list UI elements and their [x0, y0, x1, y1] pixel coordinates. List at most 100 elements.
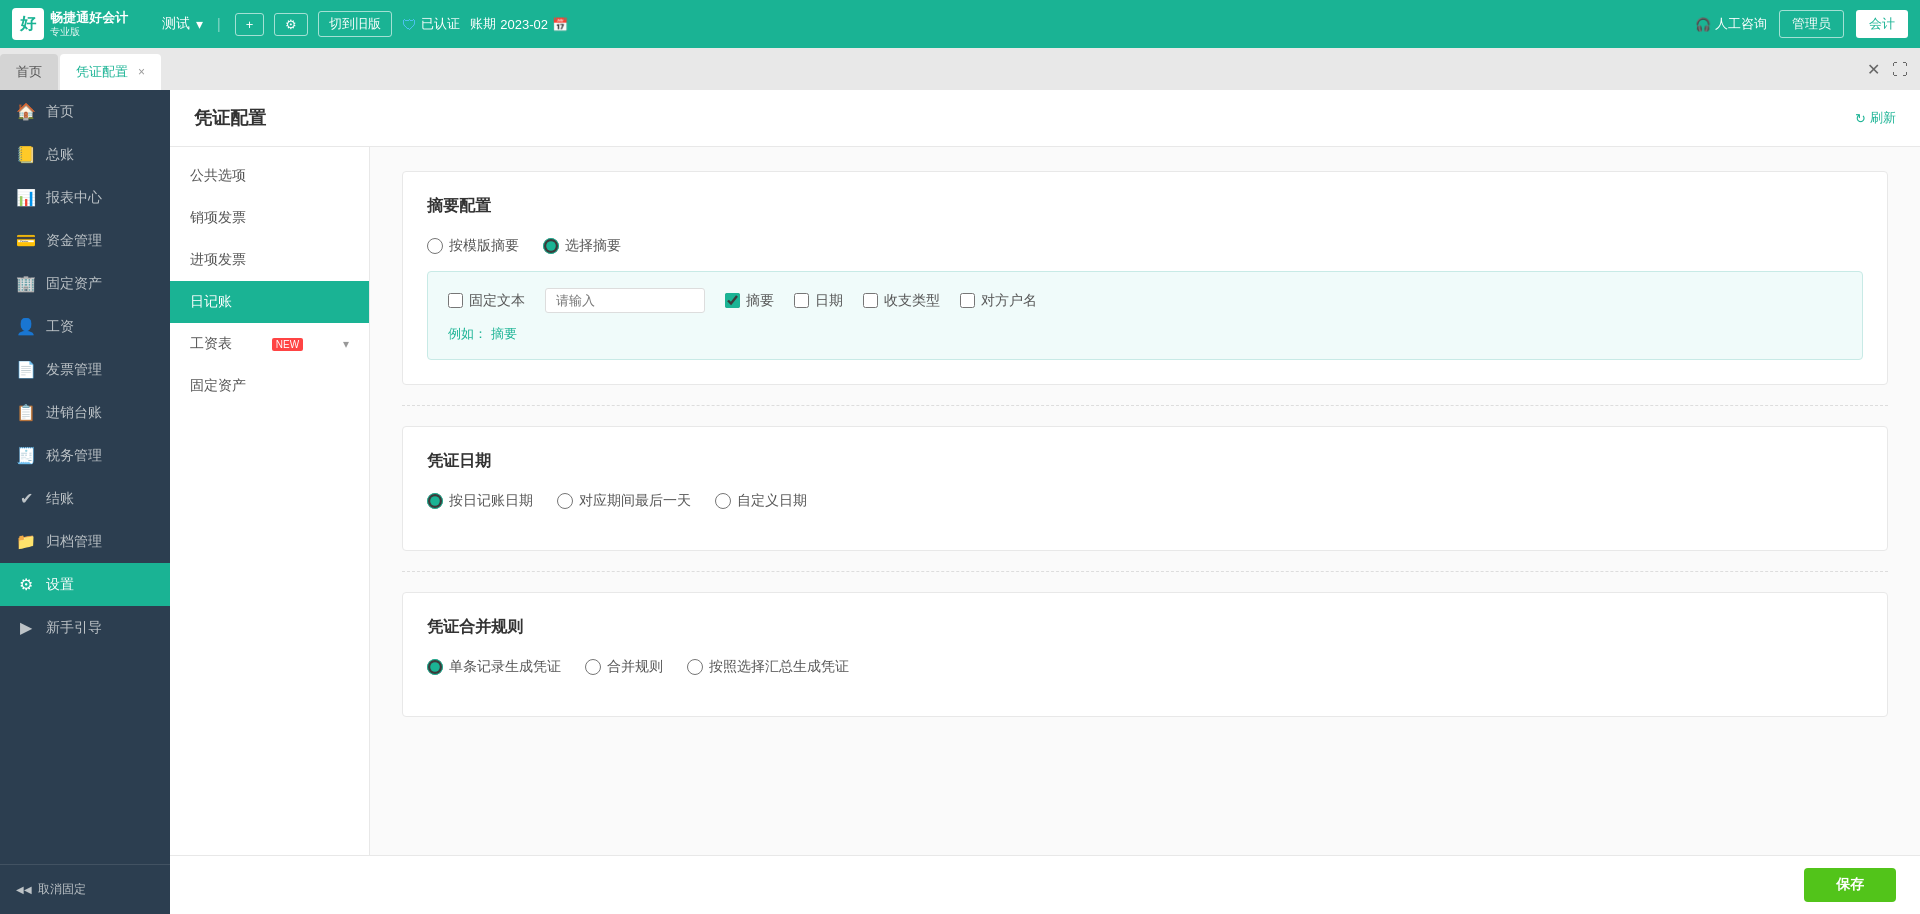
- radio-journal-date[interactable]: 按日记账日期: [427, 492, 533, 510]
- save-button[interactable]: 保存: [1804, 868, 1896, 902]
- left-nav-item-payroll[interactable]: 工资表 NEW ▾: [170, 323, 369, 365]
- logo-icon: 好: [12, 8, 44, 40]
- left-nav-output-label: 销项发票: [190, 209, 246, 227]
- expand-button[interactable]: ⛶: [1890, 58, 1910, 81]
- certified-label: 已认证: [421, 15, 460, 33]
- radio-merge-input[interactable]: [585, 659, 601, 675]
- consult-button[interactable]: 🎧 人工咨询: [1695, 15, 1767, 33]
- page-title: 凭证配置: [194, 106, 266, 146]
- radio-select-input[interactable]: [543, 238, 559, 254]
- content-area: 凭证配置 ↻ 刷新 公共选项 销项发票 进项发票 日记账: [170, 90, 1920, 914]
- fund-icon: 💳: [16, 231, 36, 250]
- left-nav-item-fixed-asset[interactable]: 固定资产: [170, 365, 369, 407]
- sidebar-item-report[interactable]: 📊 报表中心: [0, 176, 170, 219]
- sidebar-asset-label: 固定资产: [46, 275, 102, 293]
- add-button[interactable]: +: [235, 13, 265, 36]
- radio-template-summary[interactable]: 按模版摘要: [427, 237, 519, 255]
- sidebar-item-archive[interactable]: 📁 归档管理: [0, 520, 170, 563]
- tab-close-icon[interactable]: ×: [138, 65, 145, 79]
- tab-home[interactable]: 首页: [0, 54, 58, 90]
- checkbox-summary-input[interactable]: [725, 293, 740, 308]
- checkbox-summary[interactable]: 摘要: [725, 292, 774, 310]
- sidebar-fund-label: 资金管理: [46, 232, 102, 250]
- manager-button[interactable]: 管理员: [1779, 10, 1844, 38]
- sidebar-item-close[interactable]: ✔ 结账: [0, 477, 170, 520]
- radio-last-day[interactable]: 对应期间最后一天: [557, 492, 691, 510]
- radio-custom-date-input[interactable]: [715, 493, 731, 509]
- accountant-button[interactable]: 会计: [1856, 10, 1908, 38]
- radio-custom-date-label: 自定义日期: [737, 492, 807, 510]
- cancel-fixed-button[interactable]: ◀◀ 取消固定: [10, 875, 160, 904]
- salary-icon: 👤: [16, 317, 36, 336]
- merge-radio-group: 单条记录生成凭证 合并规则 按照选择汇总生成凭证: [427, 658, 1863, 676]
- fixed-text-input[interactable]: [545, 288, 705, 313]
- sidebar-item-home[interactable]: 🏠 首页: [0, 90, 170, 133]
- divider-1: [402, 405, 1888, 406]
- payroll-arrow-icon: ▾: [343, 337, 349, 351]
- merge-title: 凭证合并规则: [427, 617, 1863, 638]
- shield-icon: 🛡: [402, 16, 417, 33]
- summary-label: 摘要: [746, 292, 774, 310]
- left-nav-item-public[interactable]: 公共选项: [170, 155, 369, 197]
- left-nav-item-input-invoice[interactable]: 进项发票: [170, 239, 369, 281]
- checkbox-counterparty[interactable]: 对方户名: [960, 292, 1037, 310]
- radio-single[interactable]: 单条记录生成凭证: [427, 658, 561, 676]
- logo-area: 好 畅捷通好会计 专业版: [12, 8, 152, 40]
- checkbox-counterparty-input[interactable]: [960, 293, 975, 308]
- date-radio-group: 按日记账日期 对应期间最后一天 自定义日期: [427, 492, 1863, 510]
- sidebar-item-invoice[interactable]: 📄 发票管理: [0, 348, 170, 391]
- left-nav-input-label: 进项发票: [190, 251, 246, 269]
- close-window-button[interactable]: ✕: [1865, 58, 1882, 81]
- radio-journal-date-label: 按日记账日期: [449, 492, 533, 510]
- left-nav-item-journal[interactable]: 日记账: [170, 281, 369, 323]
- radio-select-summary[interactable]: 选择摘要: [543, 237, 621, 255]
- sidebar-item-tax[interactable]: 🧾 税务管理: [0, 434, 170, 477]
- tab-voucher-config[interactable]: 凭证配置 ×: [60, 54, 161, 90]
- sidebar-item-sales[interactable]: 📋 进销台账: [0, 391, 170, 434]
- headset-icon: 🎧: [1695, 17, 1711, 32]
- checkbox-fixed-text-input[interactable]: [448, 293, 463, 308]
- checkbox-fixed-text[interactable]: 固定文本: [448, 292, 525, 310]
- checkbox-income-type[interactable]: 收支类型: [863, 292, 940, 310]
- sidebar-item-ledger[interactable]: 📒 总账: [0, 133, 170, 176]
- radio-journal-date-input[interactable]: [427, 493, 443, 509]
- divider-2: [402, 571, 1888, 572]
- radio-template-input[interactable]: [427, 238, 443, 254]
- summary-radio-group: 按模版摘要 选择摘要: [427, 237, 1863, 255]
- period-value: 2023-02: [500, 17, 548, 32]
- archive-icon: 📁: [16, 532, 36, 551]
- checkbox-income-type-input[interactable]: [863, 293, 878, 308]
- example-prefix: 例如：: [448, 326, 487, 341]
- tax-icon: 🧾: [16, 446, 36, 465]
- settings-button[interactable]: ⚙: [274, 13, 308, 36]
- checkbox-date-input[interactable]: [794, 293, 809, 308]
- project-selector[interactable]: 测试 ▾: [162, 15, 203, 33]
- period-display: 账期 2023-02 📅: [470, 15, 568, 33]
- sidebar-item-fund[interactable]: 💳 资金管理: [0, 219, 170, 262]
- checkbox-date[interactable]: 日期: [794, 292, 843, 310]
- radio-single-input[interactable]: [427, 659, 443, 675]
- right-content: 摘要配置 按模版摘要 选择摘要: [370, 147, 1920, 855]
- sidebar-sales-label: 进销台账: [46, 404, 102, 422]
- sidebar-item-guide[interactable]: ▶ 新手引导: [0, 606, 170, 649]
- switch-old-button[interactable]: 切到旧版: [318, 11, 392, 37]
- refresh-button[interactable]: ↻ 刷新: [1855, 109, 1896, 143]
- tab-bar: 首页 凭证配置 × ✕ ⛶: [0, 48, 1920, 90]
- summary-options: 固定文本 摘要 日期: [448, 288, 1842, 313]
- radio-template-label: 按模版摘要: [449, 237, 519, 255]
- left-nav-public-label: 公共选项: [190, 167, 246, 185]
- sidebar-item-settings[interactable]: ⚙ 设置: [0, 563, 170, 606]
- sidebar-tax-label: 税务管理: [46, 447, 102, 465]
- radio-summary-generate[interactable]: 按照选择汇总生成凭证: [687, 658, 849, 676]
- radio-last-day-input[interactable]: [557, 493, 573, 509]
- left-nav: 公共选项 销项发票 进项发票 日记账 工资表 NEW ▾ 固定资产: [170, 147, 370, 855]
- left-nav-item-output-invoice[interactable]: 销项发票: [170, 197, 369, 239]
- radio-merge[interactable]: 合并规则: [585, 658, 663, 676]
- tab-actions: ✕ ⛶: [1865, 58, 1910, 81]
- radio-last-day-label: 对应期间最后一天: [579, 492, 691, 510]
- tab-home-label: 首页: [16, 63, 42, 81]
- sidebar-item-asset[interactable]: 🏢 固定资产: [0, 262, 170, 305]
- sidebar-item-salary[interactable]: 👤 工资: [0, 305, 170, 348]
- radio-custom-date[interactable]: 自定义日期: [715, 492, 807, 510]
- radio-summary-generate-input[interactable]: [687, 659, 703, 675]
